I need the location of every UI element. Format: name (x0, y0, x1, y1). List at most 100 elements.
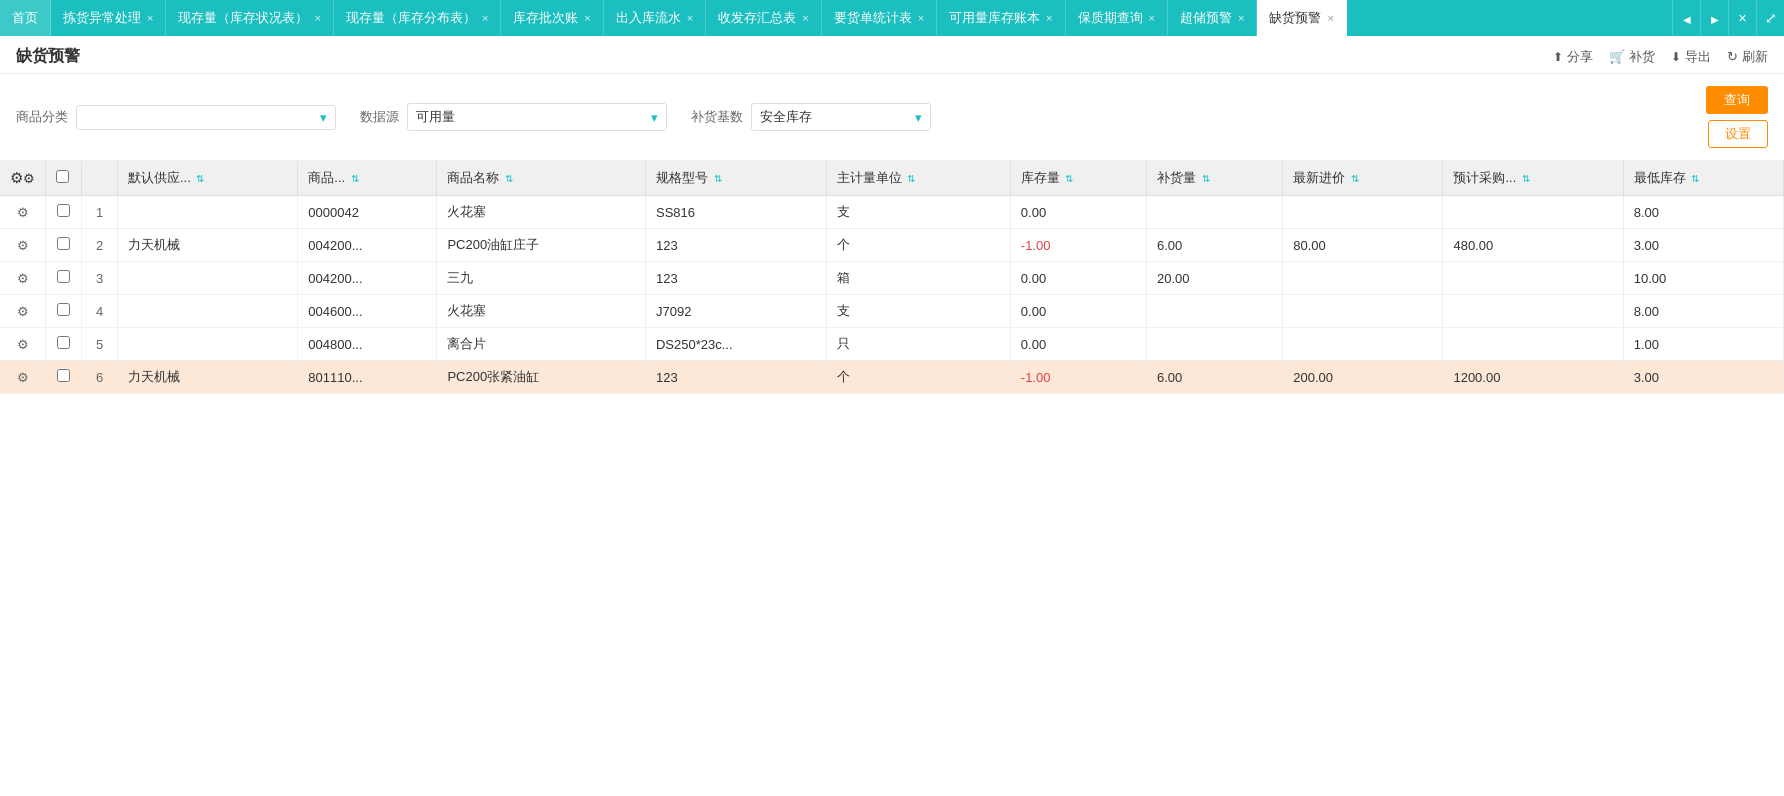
row-unit-4: 只 (826, 328, 1010, 361)
replenish-base-select[interactable]: 安全库存 (751, 103, 931, 131)
datasource-select[interactable]: 可用量 (407, 103, 667, 131)
tab-close-overstock[interactable] (1238, 12, 1244, 24)
tab-close-inv-status[interactable] (314, 12, 320, 24)
tab-inventory-status[interactable]: 现存量（库存状况表） (166, 0, 333, 36)
row-product-name-5: PC200张紧油缸 (437, 361, 646, 394)
tab-next-btn[interactable] (1700, 0, 1728, 36)
col-latest-price[interactable]: 最新进价 ⇅ (1283, 161, 1443, 196)
row-min-stock-3: 8.00 (1623, 295, 1783, 328)
tab-in-out-flow[interactable]: 出入库流水 (604, 0, 706, 36)
tab-close-flow[interactable] (687, 12, 693, 24)
row-unit-3: 支 (826, 295, 1010, 328)
row-checkbox-5[interactable] (57, 369, 70, 382)
replenish-base-value: 安全库存 (760, 108, 812, 126)
query-button[interactable]: 查询 (1706, 86, 1768, 114)
row-gear-icon-4[interactable]: ⚙ (17, 337, 29, 352)
tab-shelf-life[interactable]: 保质期查询 (1066, 0, 1168, 36)
filter-row: 商品分类 数据源 可用量 补货基数 (0, 74, 1784, 161)
row-spec-4: DS250*23c... (645, 328, 826, 361)
tab-summary[interactable]: 收发存汇总表 (706, 0, 821, 36)
col-unit[interactable]: 主计量单位 ⇅ (826, 161, 1010, 196)
row-checkbox-0[interactable] (57, 204, 70, 217)
col-supplier-label: 默认供应... (128, 170, 191, 185)
row-gear-2[interactable]: ⚙ (0, 262, 46, 295)
tab-close-summary[interactable] (802, 12, 808, 24)
filter-middle: 商品分类 数据源 可用量 补货基数 (16, 103, 1706, 131)
row-gear-3[interactable]: ⚙ (0, 295, 46, 328)
row-stock-4: 0.00 (1010, 328, 1146, 361)
tab-fullscreen-btn[interactable] (1756, 0, 1784, 36)
row-checkbox-4[interactable] (57, 336, 70, 349)
col-product-name[interactable]: 商品名称 ⇅ (437, 161, 646, 196)
gear-header-icon[interactable]: ⚙ (10, 171, 35, 186)
col-product-code[interactable]: 商品... ⇅ (298, 161, 437, 196)
row-checkbox-cell-2 (46, 262, 82, 295)
category-filter-group: 商品分类 (16, 105, 336, 130)
tab-close-avail[interactable] (1046, 12, 1052, 24)
export-icon (1671, 49, 1681, 64)
tab-available-account[interactable]: 可用量库存账本 (937, 0, 1065, 36)
col-product-code-label: 商品... (308, 170, 345, 185)
row-gear-0[interactable]: ⚙ (0, 196, 46, 229)
refresh-button[interactable]: 刷新 (1727, 48, 1768, 66)
tab-close-shortage[interactable] (1327, 12, 1333, 24)
tab-picking-exception[interactable]: 拣货异常处理 (51, 0, 166, 36)
row-est-purchase-4 (1443, 328, 1623, 361)
row-checkbox-3[interactable] (57, 303, 70, 316)
col-replenish[interactable]: 补货量 ⇅ (1147, 161, 1283, 196)
row-supplier-1: 力天机械 (118, 229, 298, 262)
tab-overstock-warning[interactable]: 超储预警 (1168, 0, 1257, 36)
tab-close-picking[interactable] (147, 12, 153, 24)
share-button[interactable]: 分享 (1553, 48, 1593, 66)
replenish-base-filter-group: 补货基数 安全库存 (691, 103, 931, 131)
row-gear-icon-0[interactable]: ⚙ (17, 205, 29, 220)
col-product-name-label: 商品名称 (447, 170, 499, 185)
category-label: 商品分类 (16, 108, 68, 126)
tab-close-order[interactable] (918, 12, 924, 24)
tab-order-stats[interactable]: 要货单统计表 (822, 0, 937, 36)
col-supplier[interactable]: 默认供应... ⇅ (118, 161, 298, 196)
row-checkbox-1[interactable] (57, 237, 70, 250)
tab-close-inv-dist[interactable] (482, 12, 488, 24)
row-product-name-1: PC200油缸庄子 (437, 229, 646, 262)
tab-close-batch[interactable] (584, 12, 590, 24)
col-spec[interactable]: 规格型号 ⇅ (645, 161, 826, 196)
tab-shortage-warning[interactable]: 缺货预警 (1257, 0, 1346, 36)
row-gear-icon-1[interactable]: ⚙ (17, 238, 29, 253)
row-unit-2: 箱 (826, 262, 1010, 295)
select-all-checkbox[interactable] (56, 170, 69, 183)
row-gear-1[interactable]: ⚙ (0, 229, 46, 262)
tab-close-all-btn[interactable] (1728, 0, 1756, 36)
header-actions: 分享 🛒 补货 导出 刷新 (1553, 48, 1768, 66)
row-gear-icon-5[interactable]: ⚙ (17, 370, 29, 385)
table-header-row: ⚙ 默认供应... ⇅ 商品... ⇅ 商品名称 (0, 161, 1784, 196)
row-min-stock-5: 3.00 (1623, 361, 1783, 394)
col-gear[interactable]: ⚙ (0, 161, 46, 196)
col-stock[interactable]: 库存量 ⇅ (1010, 161, 1146, 196)
replenish-base-arrow-icon (915, 110, 922, 125)
category-select[interactable] (76, 105, 336, 130)
row-gear-icon-3[interactable]: ⚙ (17, 304, 29, 319)
col-supplier-sort-icon: ⇅ (196, 173, 204, 184)
row-supplier-2 (118, 262, 298, 295)
row-gear-5[interactable]: ⚙ (0, 361, 46, 394)
tab-homepage[interactable]: 首页 (0, 0, 51, 36)
datasource-filter-group: 数据源 可用量 (360, 103, 667, 131)
row-gear-4[interactable]: ⚙ (0, 328, 46, 361)
col-est-purchase[interactable]: 预计采购... ⇅ (1443, 161, 1623, 196)
row-gear-icon-2[interactable]: ⚙ (17, 271, 29, 286)
export-button[interactable]: 导出 (1671, 48, 1711, 66)
tab-batch-account[interactable]: 库存批次账 (501, 0, 603, 36)
replenish-button[interactable]: 🛒 补货 (1609, 48, 1655, 66)
tab-inventory-dist[interactable]: 现存量（库存分布表） (334, 0, 501, 36)
tab-prev-btn[interactable] (1672, 0, 1700, 36)
row-checkbox-2[interactable] (57, 270, 70, 283)
table-body: ⚙ 1 0000042 火花塞 SS816 支 0.00 8.00 ⚙ 2 力天… (0, 196, 1784, 394)
row-unit-0: 支 (826, 196, 1010, 229)
settings-button[interactable]: 设置 (1708, 120, 1768, 148)
share-icon (1553, 49, 1563, 64)
tab-close-shelf[interactable] (1149, 12, 1155, 24)
col-min-stock[interactable]: 最低库存 ⇅ (1623, 161, 1783, 196)
row-product-code-4: 004800... (298, 328, 437, 361)
row-supplier-3 (118, 295, 298, 328)
